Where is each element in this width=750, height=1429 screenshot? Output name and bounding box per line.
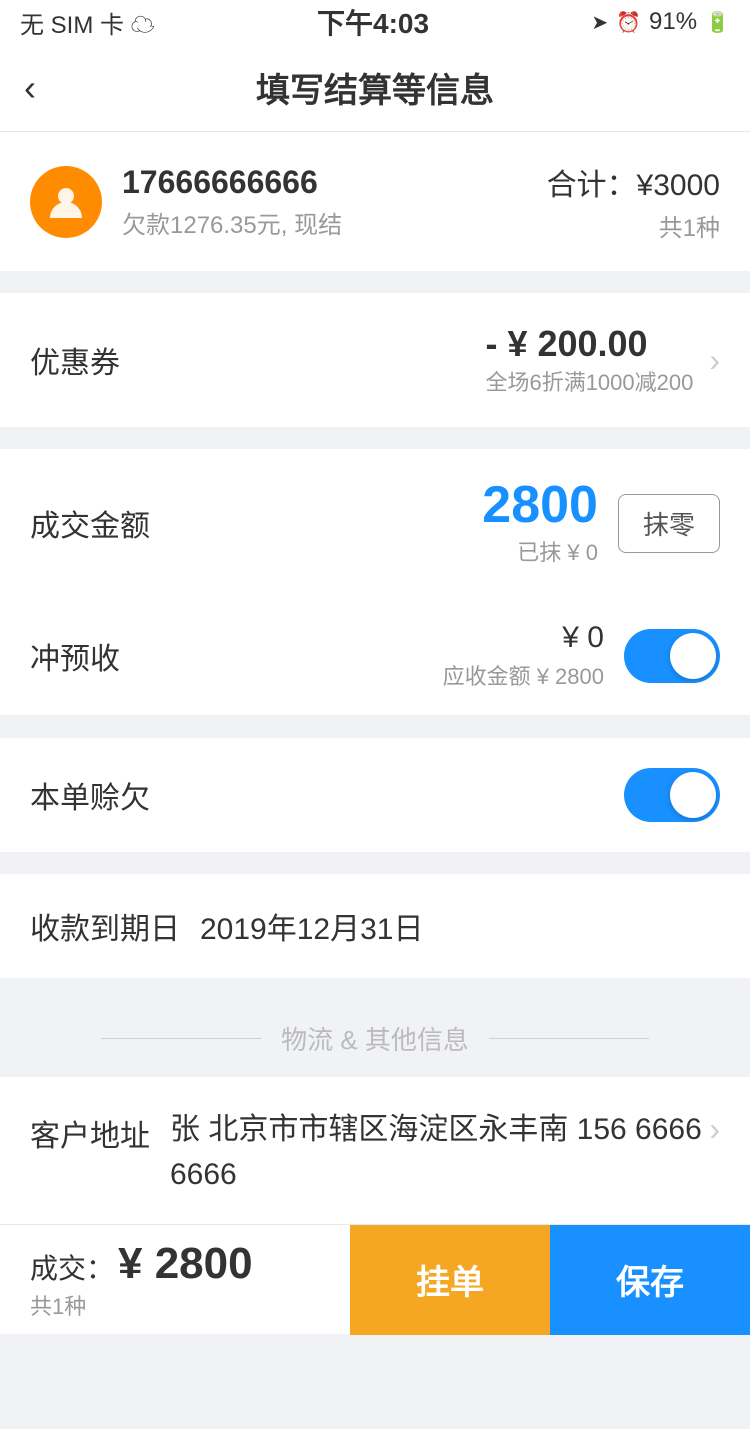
customer-left: 17666666666 欠款1276.35元, 现结 xyxy=(30,164,342,240)
chongyu-amounts: ¥ 0 应收金额 ¥ 2800 xyxy=(443,621,604,691)
chevron-right-icon: › xyxy=(709,342,720,379)
coupon-amount: - ¥ 200.00 xyxy=(485,323,693,365)
chongyu-row: 冲预收 ¥ 0 应收金额 ¥ 2800 xyxy=(0,597,750,716)
separator-1 xyxy=(0,273,750,293)
round-button[interactable]: 抹零 xyxy=(618,494,720,553)
separator-3 xyxy=(0,718,750,738)
benshuidan-section: 本单赊欠 xyxy=(0,738,750,852)
address-value: 张 北京市市辖区海淀区永丰南 156 6666 6666 xyxy=(170,1107,709,1197)
logistics-label: 物流 & 其他信息 xyxy=(281,1020,469,1057)
coupon-label: 优惠券 xyxy=(30,338,120,382)
customer-card: 17666666666 欠款1276.35元, 现结 合计：¥3000 共1种 xyxy=(0,132,750,271)
battery-icon xyxy=(705,8,730,36)
address-section: 客户地址 张 北京市市辖区海淀区永丰南 156 6666 6666 › xyxy=(0,1077,750,1227)
deal-amount-section: 成交金额 2800 已抹 ¥ 0 抹零 冲预收 ¥ 0 应收金额 ¥ 2800 xyxy=(0,449,750,716)
address-row[interactable]: 客户地址 张 北京市市辖区海淀区永丰南 156 6666 6666 › xyxy=(0,1077,750,1227)
nav-title: 填写结算等信息 xyxy=(256,63,494,112)
chongyu-toggle[interactable] xyxy=(624,629,720,683)
deal-amount-right: 2800 已抹 ¥ 0 抹零 xyxy=(482,479,720,567)
duedate-label: 收款到期日 xyxy=(30,904,180,948)
coupon-sub: 全场6折满1000减200 xyxy=(485,365,693,397)
footer-summary: 成交： ¥ 2800 共1种 xyxy=(0,1239,350,1321)
toggle-circle-2 xyxy=(670,772,716,818)
separator-5 xyxy=(0,980,750,1000)
chongyu-label: 冲预收 xyxy=(30,634,120,678)
coupon-row[interactable]: 优惠券 - ¥ 200.00 全场6折满1000减200 › xyxy=(0,293,750,427)
battery-label: 91% xyxy=(649,8,697,36)
deal-amount-sub: 已抹 ¥ 0 xyxy=(482,535,598,567)
customer-right: 合计：¥3000 共1种 xyxy=(547,160,720,243)
status-right: 91% xyxy=(591,8,730,36)
footer: 成交： ¥ 2800 共1种 挂单 保存 xyxy=(0,1224,750,1334)
chongyu-top: 冲预收 ¥ 0 应收金额 ¥ 2800 xyxy=(30,621,720,691)
status-bar: 无 SIM 卡 ☁ 下午4:03 91% xyxy=(0,0,750,44)
customer-info: 17666666666 欠款1276.35元, 现结 xyxy=(122,164,342,240)
separator-4 xyxy=(0,854,750,874)
footer-amount: ¥ 2800 xyxy=(118,1239,253,1289)
coupon-right: - ¥ 200.00 全场6折满1000减200 › xyxy=(485,323,720,397)
nav-bar: ‹ 填写结算等信息 xyxy=(0,44,750,132)
benshuidan-label: 本单赊欠 xyxy=(30,773,150,817)
deal-amount-label: 成交金额 xyxy=(30,501,150,545)
back-button[interactable]: ‹ xyxy=(24,67,36,109)
logistics-header: 物流 & 其他信息 xyxy=(0,1000,750,1077)
footer-count: 共1种 xyxy=(30,1289,320,1321)
status-time: 下午4:03 xyxy=(317,2,429,42)
toggle-circle xyxy=(670,633,716,679)
footer-deal-label: 成交： xyxy=(30,1247,114,1287)
chongyu-sub-amount: 应收金额 ¥ 2800 xyxy=(443,659,604,691)
deal-amount-value: 2800 xyxy=(482,479,598,531)
save-button[interactable]: 保存 xyxy=(550,1225,750,1335)
coupon-section: 优惠券 - ¥ 200.00 全场6折满1000减200 › xyxy=(0,293,750,427)
avatar xyxy=(30,166,102,238)
total-count: 共1种 xyxy=(547,208,720,243)
hang-button[interactable]: 挂单 xyxy=(350,1225,550,1335)
address-label: 客户地址 xyxy=(30,1107,150,1155)
deal-amount-row: 成交金额 2800 已抹 ¥ 0 抹零 xyxy=(0,449,750,597)
duedate-value: 2019年12月31日 xyxy=(200,904,423,948)
sim-label: 无 SIM 卡 ☁ xyxy=(20,5,155,40)
alarm-icon xyxy=(616,8,641,36)
benshuidan-row: 本单赊欠 xyxy=(0,738,750,852)
location-icon xyxy=(591,8,608,36)
customer-phone: 17666666666 xyxy=(122,164,342,201)
separator-2 xyxy=(0,429,750,449)
total-amount: 合计：¥3000 xyxy=(547,160,720,204)
customer-sub: 欠款1276.35元, 现结 xyxy=(122,205,342,240)
benshuidan-toggle[interactable] xyxy=(624,768,720,822)
duedate-section: 收款到期日 2019年12月31日 xyxy=(0,874,750,978)
status-left: 无 SIM 卡 ☁ xyxy=(20,5,155,40)
duedate-row: 收款到期日 2019年12月31日 xyxy=(0,874,750,978)
chongyu-main-amount: ¥ 0 xyxy=(443,621,604,655)
address-chevron-icon: › xyxy=(709,1111,720,1148)
